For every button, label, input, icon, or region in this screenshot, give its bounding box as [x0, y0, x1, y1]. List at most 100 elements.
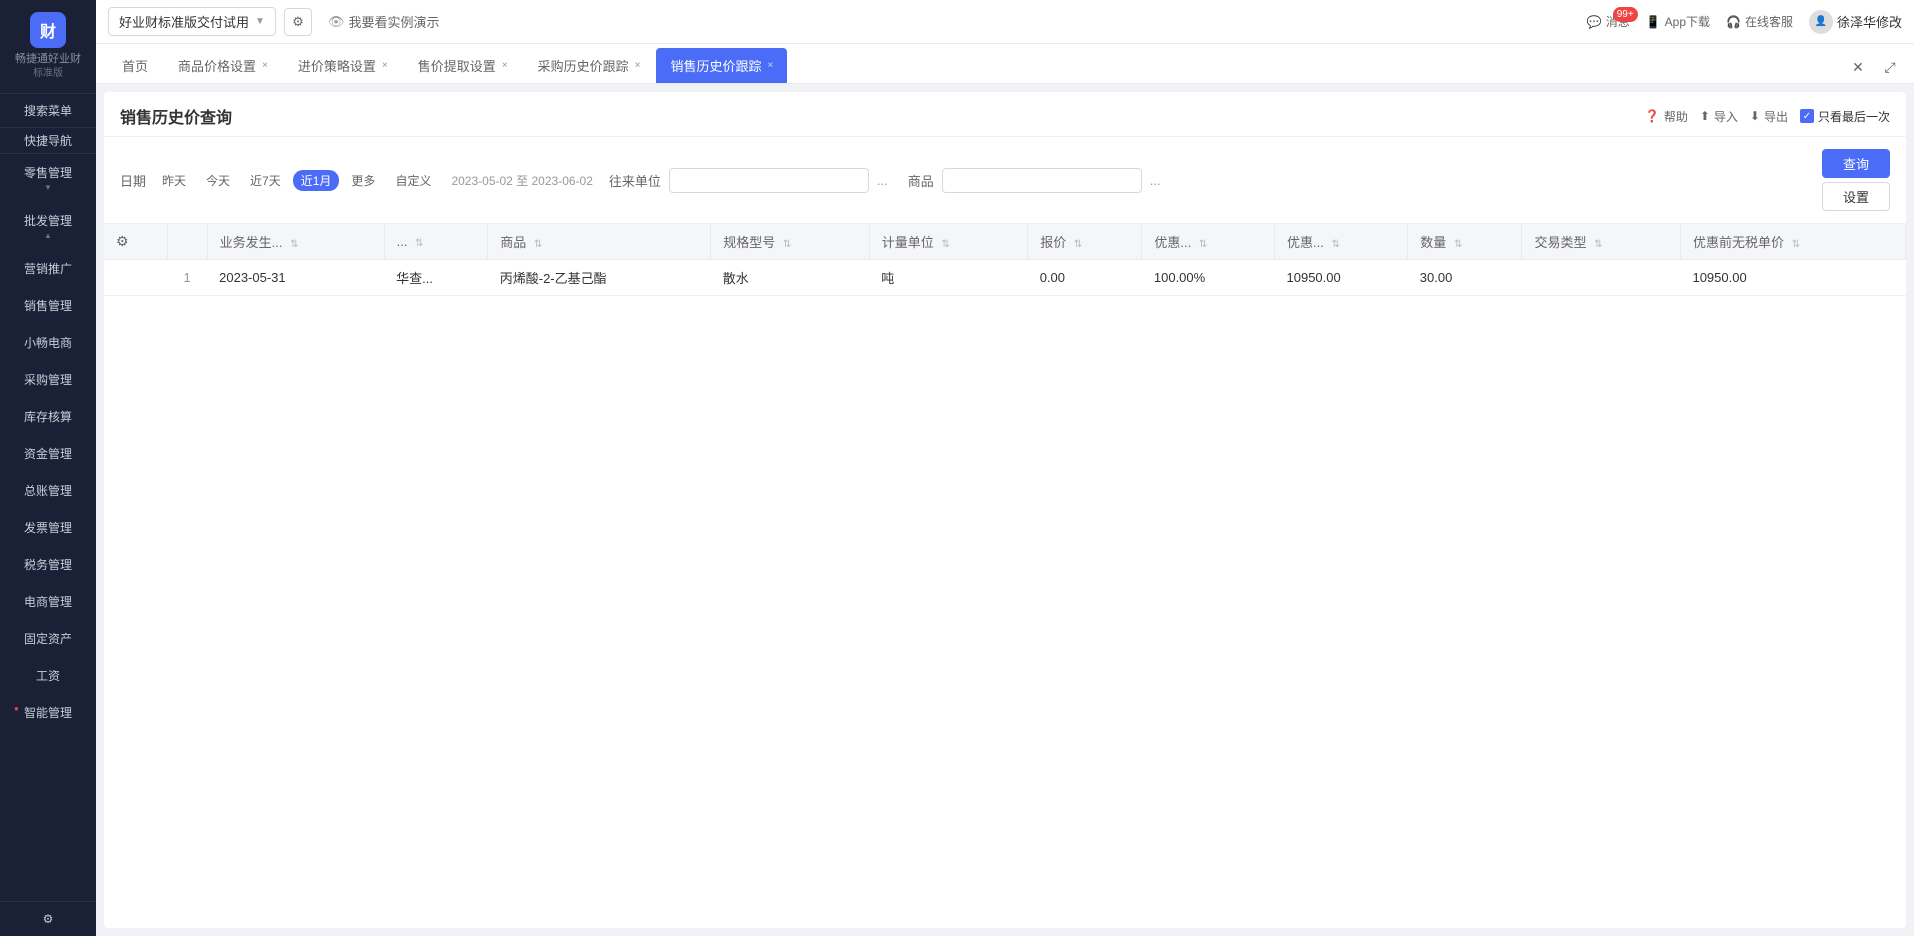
table-row: 1 2023-05-31 华查... 丙烯酸-2-乙基己酯 散水: [104, 260, 1906, 296]
sidebar-quick-nav[interactable]: 快捷导航: [0, 128, 96, 154]
sidebar-item-label: 固定资产: [24, 630, 72, 647]
date-today[interactable]: 今天: [198, 170, 238, 191]
cell-transaction-type: [1522, 260, 1680, 296]
sidebar-item-invoice[interactable]: 发票管理: [0, 509, 96, 546]
only-last-checkbox[interactable]: ✓ 只看最后一次: [1800, 108, 1890, 125]
import-icon: ⬆: [1700, 109, 1710, 123]
sort-icon: ⇅: [415, 238, 423, 249]
sidebar-item-finance[interactable]: 资金管理: [0, 435, 96, 472]
date-custom[interactable]: 自定义: [387, 170, 439, 191]
sidebar-item-purchase[interactable]: 采购管理: [0, 361, 96, 398]
sidebar-item-smart[interactable]: ● 智能管理: [0, 694, 96, 731]
tabbar: 首页 商品价格设置 × 进价策略设置 × 售价提取设置 × 采购历史价跟踪 × …: [96, 44, 1914, 84]
date-last7[interactable]: 近7天: [242, 170, 289, 191]
col-business-date[interactable]: 业务发生... ⇅: [207, 224, 384, 260]
sort-icon: ⇅: [534, 239, 542, 250]
sort-icon: ⇅: [1074, 239, 1082, 250]
chevron-down-icon: ▼: [255, 16, 265, 27]
tab-price-extract[interactable]: 售价提取设置 ×: [404, 48, 522, 83]
user-info[interactable]: 👤 徐泽华修改: [1809, 10, 1902, 34]
table-container: ⚙ 业务发生... ⇅ ... ⇅ 商品 ⇅: [104, 224, 1906, 928]
online-service-btn[interactable]: 🎧 在线客服: [1726, 13, 1793, 30]
app-logo-icon: 财: [30, 12, 66, 48]
app-download-btn[interactable]: 📱 App下载: [1646, 13, 1710, 30]
product-input[interactable]: [942, 168, 1142, 193]
close-icon[interactable]: ×: [767, 60, 773, 71]
cell-quantity: 30.00: [1408, 260, 1522, 296]
col-transaction-type[interactable]: 交易类型 ⇅: [1522, 224, 1680, 260]
cell-spec: 散水: [711, 260, 869, 296]
col-spec[interactable]: 规格型号 ⇅: [711, 224, 869, 260]
close-icon[interactable]: ×: [382, 60, 388, 71]
help-btn[interactable]: ❓ 帮助: [1645, 108, 1688, 125]
col-unit[interactable]: 计量单位 ⇅: [869, 224, 1027, 260]
tab-sales-history[interactable]: 销售历史价跟踪 ×: [656, 48, 787, 83]
sidebar-item-label: 批发管理: [24, 212, 72, 229]
topbar-gear-btn[interactable]: ⚙: [284, 8, 312, 36]
close-icon[interactable]: ×: [262, 60, 268, 71]
demo-btn[interactable]: 👁 我要看实例演示: [328, 12, 440, 31]
sidebar-item-marketing[interactable]: 营销推广: [0, 250, 96, 287]
col-discount-pct[interactable]: 优惠... ⇅: [1142, 224, 1275, 260]
tab-purchase-strategy[interactable]: 进价策略设置 ×: [284, 48, 402, 83]
sidebar-item-ecommerce[interactable]: 电商管理: [0, 583, 96, 620]
tab-purchase-history[interactable]: 采购历史价跟踪 ×: [524, 48, 655, 83]
app-logo-text: 畅捷通好业财 标准版: [15, 52, 81, 81]
sidebar-item-inventory[interactable]: 库存核算: [0, 398, 96, 435]
product-filter-group: 商品 ...: [908, 168, 1165, 193]
col-discount-amt[interactable]: 优惠... ⇅: [1275, 224, 1408, 260]
page-actions: ❓ 帮助 ⬆ 导入 ⬇ 导出 ✓ 只看最后一次: [1645, 108, 1890, 125]
tab-expand-btn[interactable]: ⤢: [1878, 55, 1902, 79]
filter-bar: 日期 昨天 今天 近7天 近1月 更多 自定义 2023-05-02 至 202…: [104, 137, 1906, 224]
sort-icon: ⇅: [1454, 239, 1462, 250]
tab-price-setting[interactable]: 商品价格设置 ×: [164, 48, 282, 83]
col-pretax-price[interactable]: 优惠前无税单价 ⇅: [1680, 224, 1905, 260]
sort-icon: ⇅: [1199, 239, 1207, 250]
col-product[interactable]: 商品 ⇅: [488, 224, 711, 260]
date-last1m[interactable]: 近1月: [293, 170, 340, 191]
import-btn[interactable]: ⬆ 导入: [1700, 108, 1738, 125]
close-icon[interactable]: ×: [502, 60, 508, 71]
messages-btn[interactable]: 💬 消息 99+: [1587, 13, 1630, 30]
col-gear[interactable]: ⚙: [104, 224, 167, 260]
sidebar-item-sales[interactable]: 销售管理: [0, 287, 96, 324]
sidebar-search[interactable]: 搜索菜单: [0, 94, 96, 128]
date-yesterday[interactable]: 昨天: [154, 170, 194, 191]
sidebar-item-tax[interactable]: 税务管理: [0, 546, 96, 583]
sidebar-item-ecommerce-small[interactable]: 小畅电商: [0, 324, 96, 361]
gear-icon: ⚙: [43, 912, 54, 926]
close-icon[interactable]: ×: [635, 60, 641, 71]
date-more[interactable]: 更多: [343, 170, 383, 191]
cell-product: 丙烯酸-2-乙基己酯: [488, 260, 711, 296]
export-btn[interactable]: ⬇ 导出: [1750, 108, 1788, 125]
product-more-btn[interactable]: ...: [1146, 171, 1165, 190]
tab-close-btn[interactable]: ✕: [1846, 55, 1870, 79]
date-options: 昨天 今天 近7天 近1月 更多 自定义: [154, 170, 439, 191]
cell-gear: [104, 260, 167, 296]
supplier-more-btn[interactable]: ...: [873, 171, 892, 190]
query-button[interactable]: 查询: [1822, 149, 1890, 178]
supplier-input[interactable]: [669, 168, 869, 193]
sidebar: 财 畅捷通好业财 标准版 搜索菜单 快捷导航 零售管理 批发管理 营销推广 销售…: [0, 0, 96, 936]
tab-home[interactable]: 首页: [108, 48, 162, 83]
sort-icon: ⇅: [941, 239, 949, 250]
sidebar-item-label: 税务管理: [24, 556, 72, 573]
sidebar-item-label: 发票管理: [24, 519, 72, 536]
product-filter-label: 商品: [908, 171, 934, 190]
sidebar-item-accounting[interactable]: 总账管理: [0, 472, 96, 509]
sort-icon: ⇅: [1331, 239, 1339, 250]
topbar: 好业财标准版交付试用 ▼ ⚙ 👁 我要看实例演示 💬 消息 99+ 📱 App下…: [96, 0, 1914, 44]
sidebar-item-label: 小畅电商: [24, 334, 72, 351]
settings-button[interactable]: 设置: [1822, 182, 1890, 211]
col-price[interactable]: 报价 ⇅: [1028, 224, 1142, 260]
col-more1[interactable]: ... ⇅: [384, 224, 488, 260]
cell-unit: 吨: [869, 260, 1027, 296]
sidebar-settings-btn[interactable]: ⚙: [0, 901, 96, 936]
product-selector[interactable]: 好业财标准版交付试用 ▼: [108, 7, 276, 36]
notification-badge: 99+: [1613, 7, 1638, 22]
sidebar-item-assets[interactable]: 固定资产: [0, 620, 96, 657]
sidebar-item-retail[interactable]: 零售管理: [0, 154, 96, 202]
sidebar-item-payroll[interactable]: 工资: [0, 657, 96, 694]
sidebar-item-wholesale[interactable]: 批发管理: [0, 202, 96, 250]
col-quantity[interactable]: 数量 ⇅: [1408, 224, 1522, 260]
